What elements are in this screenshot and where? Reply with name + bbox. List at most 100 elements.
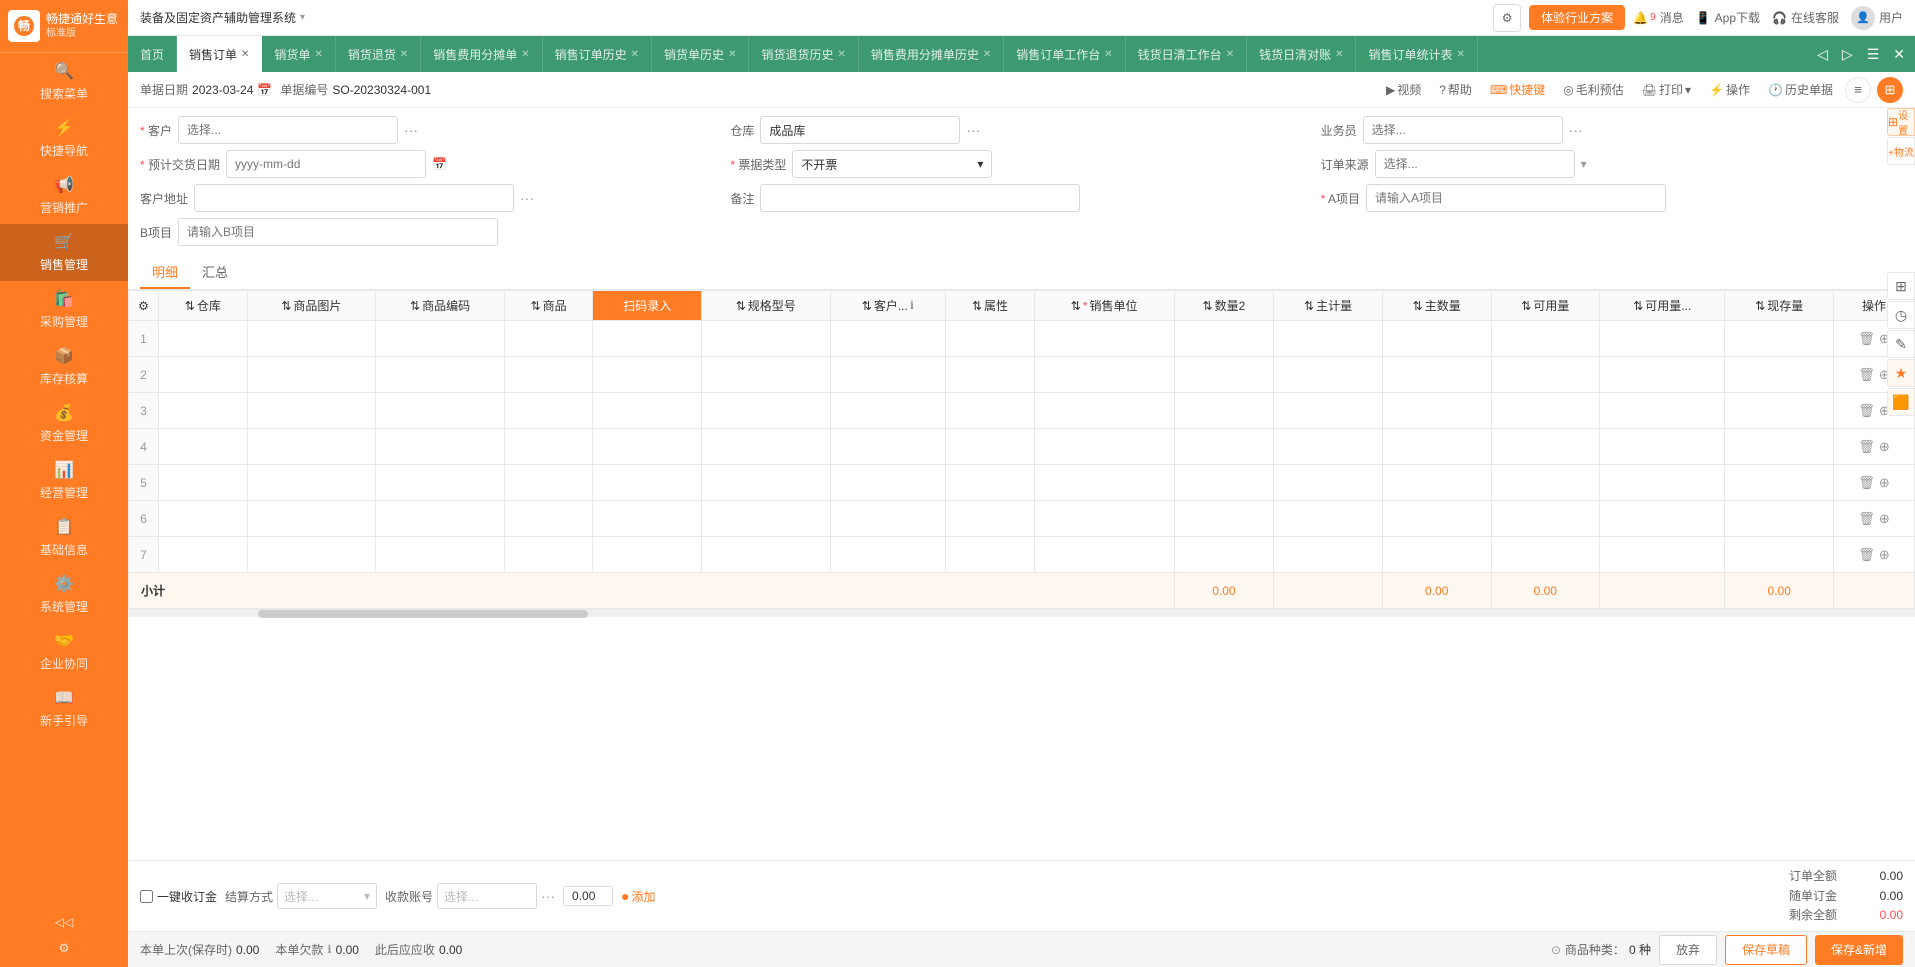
row-5-product-code[interactable] <box>376 465 505 501</box>
warehouse-value[interactable]: 成品库 <box>760 116 960 144</box>
horizontal-scrollbar[interactable] <box>128 609 1915 617</box>
row-7-product[interactable] <box>504 537 593 573</box>
add-logistics-btn[interactable]: +物流 <box>1887 137 1915 165</box>
row-1-main-qty[interactable] <box>1382 321 1491 357</box>
row-7-sales-unit[interactable] <box>1034 537 1174 573</box>
row-1-spec[interactable] <box>701 321 830 357</box>
th-current-stock[interactable]: ⇅ 现存量 <box>1725 291 1834 321</box>
tab-close-all-btn[interactable]: ✕ <box>1887 44 1911 65</box>
tab-return-history[interactable]: 销货退货历史 ✕ <box>749 36 858 72</box>
staff-dots-btn[interactable]: ··· <box>1569 122 1583 138</box>
row-7-product-image[interactable] <box>247 537 376 573</box>
row-2-main-unit[interactable] <box>1274 357 1383 393</box>
sidebar-collapse-btn[interactable]: ◁◁ <box>8 911 120 933</box>
settings-gear-button[interactable]: ⚙ <box>1493 4 1521 32</box>
row-5-scan[interactable] <box>593 465 702 501</box>
row-2-product-image[interactable] <box>247 357 376 393</box>
row-7-product-code[interactable] <box>376 537 505 573</box>
tab-sales-order[interactable]: 销售订单 ✕ <box>177 36 262 72</box>
row-3-current-stock[interactable] <box>1725 393 1834 429</box>
delivery-date-input[interactable] <box>226 150 426 178</box>
th-main-unit[interactable]: ⇅ 主计量 <box>1274 291 1383 321</box>
row-5-available2[interactable] <box>1600 465 1725 501</box>
row-5-warehouse[interactable] <box>159 465 248 501</box>
row-6-delete-btn[interactable]: 🗑 <box>1858 511 1875 527</box>
online-service-btn[interactable]: 🎧 在线客服 <box>1772 9 1839 26</box>
view-btn[interactable]: ▶ 视频 <box>1380 79 1427 100</box>
row-5-attributes[interactable] <box>946 465 1035 501</box>
row-2-scan[interactable] <box>593 357 702 393</box>
row-7-customer-code[interactable] <box>830 537 946 573</box>
tab-sales-order-history[interactable]: 销售订单历史 ✕ <box>543 36 652 72</box>
row-1-available2[interactable] <box>1600 321 1725 357</box>
app-download-btn[interactable]: 📱 App下载 <box>1696 9 1760 26</box>
tab-order-stats[interactable]: 销售订单统计表 ✕ <box>1356 36 1477 72</box>
th-product-code[interactable]: ⇅ 商品编码 <box>376 291 505 321</box>
row-6-main-unit[interactable] <box>1274 501 1383 537</box>
industry-solution-button[interactable]: 体验行业方案 <box>1529 5 1625 30</box>
account-dots-btn[interactable]: ··· <box>541 888 555 904</box>
row-2-current-stock[interactable] <box>1725 357 1834 393</box>
row-4-copy-btn[interactable]: ⊕ <box>1879 439 1890 455</box>
discard-button[interactable]: 放弃 <box>1659 935 1717 965</box>
sidebar-item-marketing[interactable]: 📢 营销推广 <box>0 167 128 224</box>
row-6-customer-code[interactable] <box>830 501 946 537</box>
row-1-delete-btn[interactable]: 🗑 <box>1858 331 1875 347</box>
row-2-customer-code[interactable] <box>830 357 946 393</box>
row-6-qty2[interactable] <box>1174 501 1274 537</box>
tab-menu-btn[interactable]: ☰ <box>1861 44 1886 65</box>
float-time-btn[interactable]: ◷ <box>1887 301 1915 329</box>
row-6-main-qty[interactable] <box>1382 501 1491 537</box>
row-7-spec[interactable] <box>701 537 830 573</box>
row-7-available2[interactable] <box>1600 537 1725 573</box>
th-main-qty[interactable]: ⇅ 主数量 <box>1382 291 1491 321</box>
payment-method-select[interactable]: 选择... ▾ <box>277 883 377 909</box>
row-1-available[interactable] <box>1491 321 1600 357</box>
th-settings[interactable]: ⚙ <box>129 291 159 321</box>
tab-close-icon[interactable]: ✕ <box>241 49 249 60</box>
row-3-product-code[interactable] <box>376 393 505 429</box>
float-star-btn[interactable]: ★ <box>1887 359 1915 387</box>
row-7-available[interactable] <box>1491 537 1600 573</box>
row-1-attributes[interactable] <box>946 321 1035 357</box>
row-7-copy-btn[interactable]: ⊕ <box>1879 547 1890 563</box>
save-new-button[interactable]: 保存&新增 <box>1815 935 1903 965</box>
notification-btn[interactable]: 🔔 9 消息 <box>1633 9 1684 26</box>
row-6-copy-btn[interactable]: ⊕ <box>1879 511 1890 527</box>
row-3-delete-btn[interactable]: 🗑 <box>1858 403 1875 419</box>
row-3-product-image[interactable] <box>247 393 376 429</box>
tab-close-icon[interactable]: ✕ <box>837 49 845 60</box>
row-6-product-code[interactable] <box>376 501 505 537</box>
order-source-input[interactable] <box>1375 150 1575 178</box>
print-btn[interactable]: 🖨 打印 ▾ <box>1636 79 1697 100</box>
row-5-available[interactable] <box>1491 465 1600 501</box>
address-dots-btn[interactable]: ··· <box>520 190 534 206</box>
list-view-btn[interactable]: ≡ <box>1845 77 1871 103</box>
row-7-attributes[interactable] <box>946 537 1035 573</box>
save-draft-button[interactable]: 保存草稿 <box>1725 935 1807 965</box>
customer-address-input[interactable] <box>194 184 514 212</box>
row-6-warehouse[interactable] <box>159 501 248 537</box>
sidebar-item-shortcut[interactable]: ⚡ 快捷导航 <box>0 110 128 167</box>
warehouse-dots-btn[interactable]: ··· <box>966 122 980 138</box>
row-5-spec[interactable] <box>701 465 830 501</box>
row-4-main-unit[interactable] <box>1274 429 1383 465</box>
row-2-sales-unit[interactable] <box>1034 357 1174 393</box>
row-7-current-stock[interactable] <box>1725 537 1834 573</box>
calendar-icon[interactable]: 📅 <box>257 83 272 97</box>
tab-close-icon[interactable]: ✕ <box>983 49 991 60</box>
row-4-sales-unit[interactable] <box>1034 429 1174 465</box>
tab-order-workbench[interactable]: 销售订单工作台 ✕ <box>1004 36 1125 72</box>
row-7-qty2[interactable] <box>1174 537 1274 573</box>
tab-close-icon[interactable]: ✕ <box>400 49 408 60</box>
sidebar-gear-btn[interactable]: ⚙ <box>8 937 120 959</box>
row-4-product-image[interactable] <box>247 429 376 465</box>
tab-sales-slip[interactable]: 销货单 ✕ <box>262 36 335 72</box>
th-product-image[interactable]: ⇅ 商品图片 <box>247 291 376 321</box>
user-avatar-btn[interactable]: 👤 用户 <box>1851 6 1903 30</box>
tab-scroll-right-btn[interactable]: ▷ <box>1836 44 1859 65</box>
sidebar-item-inventory[interactable]: 📦 库存核算 <box>0 338 128 395</box>
row-2-product[interactable] <box>504 357 593 393</box>
row-2-warehouse[interactable] <box>159 357 248 393</box>
row-5-product-image[interactable] <box>247 465 376 501</box>
